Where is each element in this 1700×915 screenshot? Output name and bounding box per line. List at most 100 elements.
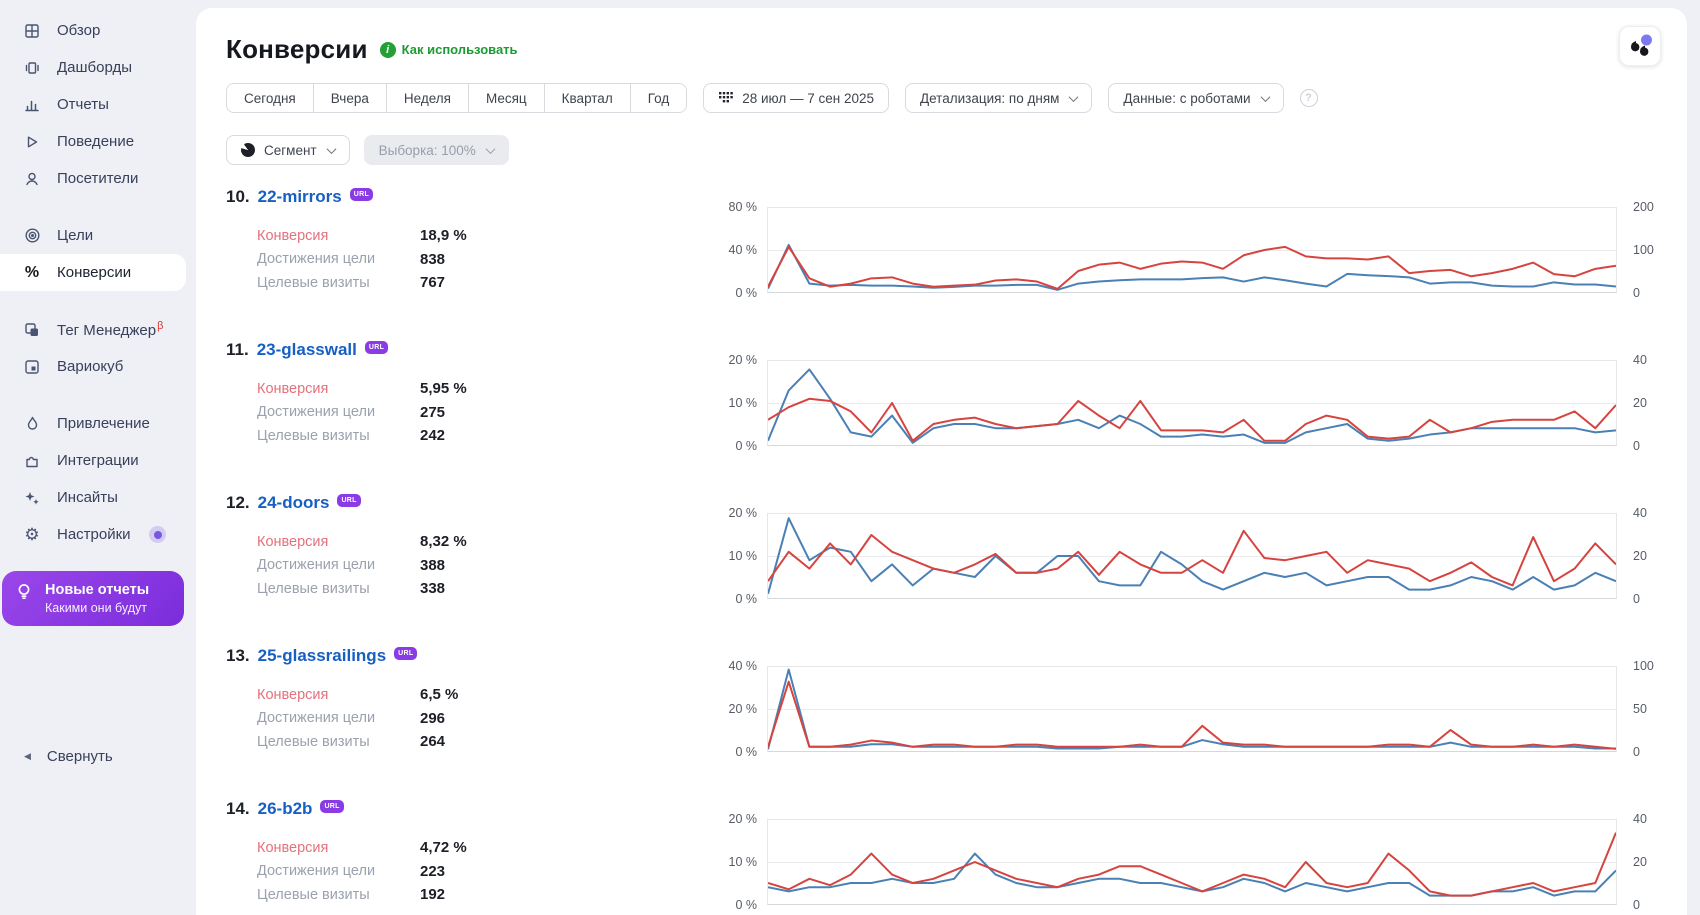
filters-row: Сегмент Выборка: 100% [226, 135, 1687, 165]
chart-plot-area [767, 666, 1617, 752]
goal-name-link[interactable]: 26-b2b [258, 799, 313, 819]
beta-badge: β [157, 320, 164, 332]
data-mode-label: Данные: с роботами [1123, 90, 1251, 106]
pie-chart-icon [241, 143, 255, 157]
chevron-down-icon [1260, 91, 1270, 102]
play-icon [22, 133, 42, 151]
how-to-use-link[interactable]: i Как использовать [379, 41, 518, 58]
period-button[interactable]: Год [630, 84, 687, 112]
conversion-goal-row: 14. 26-b2b URL Конверсия 4,72 % Достижен… [226, 797, 1687, 915]
feedback-widget-button[interactable] [1619, 26, 1661, 66]
sidebar-item-gear[interactable]: ⚙ Настройки [0, 516, 196, 553]
goal-reaches-value: 388 [420, 556, 446, 574]
goal-reaches-value: 223 [420, 862, 446, 880]
chart-right-axis: 40 20 0 [1633, 353, 1647, 453]
goal-visits-label: Целевые визиты [257, 886, 370, 903]
lightbulb-icon [14, 582, 34, 600]
gear-icon: ⚙ [24, 525, 40, 544]
conversion-goal-row: 13. 25-glassrailings URL Конверсия 6,5 %… [226, 644, 1687, 797]
goal-name-link[interactable]: 25-glassrailings [258, 646, 387, 666]
sidebar-collapse-button[interactable]: ◀ Свернуть [24, 748, 113, 765]
main-panel: Конверсии i Как использовать Сегодня Вчер… [196, 8, 1687, 915]
url-badge: URL [394, 646, 418, 660]
conversion-label: Конверсия [257, 686, 329, 703]
sidebar-item-sparkles[interactable]: Инсайты [0, 479, 196, 516]
dashboards-icon [22, 59, 42, 77]
sidebar-item-variocube[interactable]: Вариокуб [0, 348, 196, 385]
period-toolbar: Сегодня Вчера Неделя Месяц Квартал Год 28 июл… [226, 83, 1687, 113]
sidebar-item-grid[interactable]: Обзор [0, 12, 196, 49]
conversion-value: 6,5 % [420, 686, 459, 704]
goal-line-chart: 20 % 10 % 0 % 40 20 0 [703, 506, 1687, 606]
help-question-icon[interactable]: ? [1299, 89, 1318, 107]
sidebar-item-play[interactable]: Поведение [0, 123, 196, 160]
goal-name-link[interactable]: 22-mirrors [258, 187, 342, 207]
period-button[interactable]: Вчера [313, 84, 387, 112]
grid-icon [22, 22, 42, 40]
promo-subtitle: Какими они будут [45, 601, 148, 615]
goal-rank: 13. [226, 646, 250, 665]
period-button[interactable]: Месяц [468, 84, 545, 112]
goal-reaches-value: 296 [420, 709, 446, 727]
chevron-down-icon [1068, 91, 1079, 102]
conversion-goal-row: 11. 23-glasswall URL Конверсия 5,95 % До… [226, 338, 1687, 491]
sidebar-item-label: Обзор [57, 22, 101, 39]
sidebar-item-bar-chart[interactable]: Отчеты [0, 86, 196, 123]
sidebar-item-flame[interactable]: Привлечение [0, 405, 196, 442]
goal-name-link[interactable]: 23-glasswall [257, 340, 357, 360]
goal-name-link[interactable]: 24-doors [258, 493, 330, 513]
chart-plot-area [767, 819, 1617, 905]
goal-reaches-label: Достижения цели [257, 557, 376, 574]
goal-visits-label: Целевые визиты [257, 274, 370, 291]
data-mode-dropdown[interactable]: Данные: с роботами [1108, 83, 1284, 113]
notification-dot [149, 526, 166, 543]
sidebar-item-label: Интеграции [57, 452, 139, 469]
chevron-down-icon [485, 143, 496, 154]
goal-visits-label: Целевые визиты [257, 733, 370, 750]
segment-button[interactable]: Сегмент [226, 135, 350, 165]
chat-commas-icon [1630, 34, 1652, 56]
sidebar-item-label: Конверсии [57, 264, 132, 281]
sidebar-item-label: Тег Менеджерβ [57, 320, 164, 339]
goal-reaches-label: Достижения цели [257, 710, 376, 727]
conversion-value: 18,9 % [420, 227, 467, 245]
sidebar-item-percent[interactable]: % Конверсии [0, 254, 186, 291]
sidebar-item-label: Инсайты [57, 489, 118, 506]
how-to-use-label: Как использовать [401, 42, 518, 57]
sidebar-item-target[interactable]: Цели [0, 217, 196, 254]
chart-plot-area [767, 360, 1617, 446]
date-range-label: 28 июл — 7 сен 2025 [742, 90, 874, 106]
goal-line-chart: 20 % 10 % 0 % 40 20 0 [703, 353, 1687, 453]
sparkles-icon [22, 489, 42, 507]
sidebar-item-label: Дашборды [57, 59, 132, 76]
goal-rank: 14. [226, 799, 250, 818]
conversion-label: Конверсия [257, 380, 329, 397]
date-range-button[interactable]: 28 июл — 7 сен 2025 [703, 83, 889, 113]
goal-visits-value: 242 [420, 427, 446, 445]
goal-visits-label: Целевые визиты [257, 580, 370, 597]
sidebar-item-person[interactable]: Посетители [0, 160, 196, 197]
sidebar-item-dashboards[interactable]: Дашборды [0, 49, 196, 86]
goal-reaches-value: 838 [420, 250, 446, 268]
sample-label: Выборка: 100% [378, 142, 476, 158]
sidebar-item-tag-manager[interactable]: Тег Менеджерβ [0, 311, 196, 348]
goal-line-chart: 80 % 40 % 0 % 200 100 0 [703, 200, 1687, 300]
url-badge: URL [337, 493, 361, 507]
conversion-label: Конверсия [257, 839, 329, 856]
collapse-label: Свернуть [46, 748, 113, 765]
goal-visits-value: 192 [420, 886, 446, 904]
new-reports-promo-card[interactable]: Новые отчеты Какими они будут [2, 571, 184, 626]
period-button[interactable]: Неделя [386, 84, 469, 112]
sidebar-item-puzzle[interactable]: Интеграции [0, 442, 196, 479]
url-badge: URL [349, 187, 374, 201]
sample-button[interactable]: Выборка: 100% [363, 135, 509, 165]
goal-reaches-value: 275 [420, 403, 446, 421]
detalization-dropdown[interactable]: Детализация: по дням [904, 83, 1093, 113]
chart-left-axis: 40 % 20 % 0 % [728, 659, 758, 759]
period-button[interactable]: Квартал [544, 84, 631, 112]
goal-visits-value: 264 [420, 733, 446, 751]
chart-left-axis: 20 % 10 % 0 % [728, 506, 758, 606]
period-button[interactable]: Сегодня [227, 84, 314, 112]
conversion-goal-row: 12. 24-doors URL Конверсия 8,32 % Достиж… [226, 491, 1687, 644]
tag-manager-icon [22, 321, 42, 339]
